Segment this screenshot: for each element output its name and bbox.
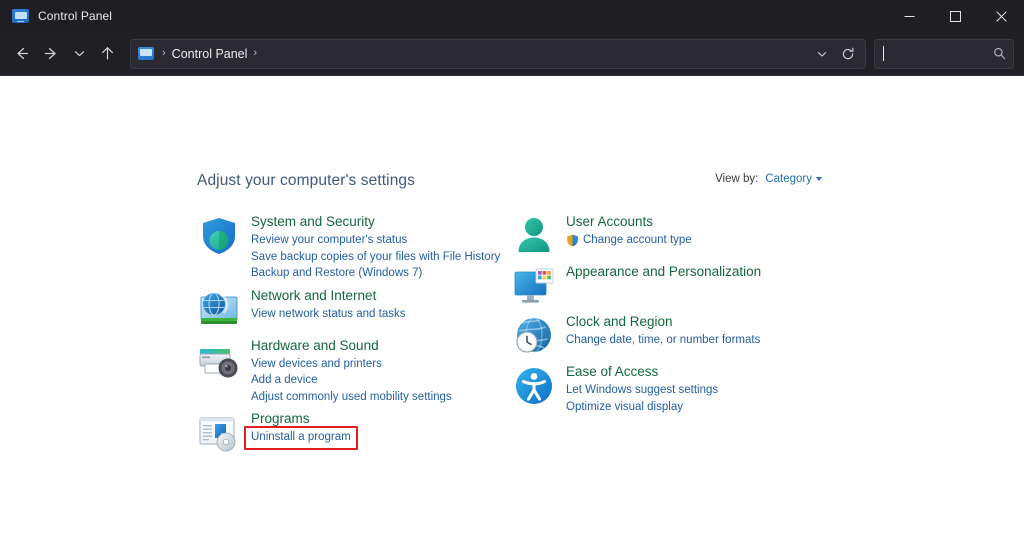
window-title: Control Panel [38,9,113,23]
category-title-link[interactable]: Programs [251,409,310,428]
category-body: Network and Internet View network status … [251,286,512,323]
view-by-label: View by: [715,173,759,185]
category-link[interactable]: Backup and Restore (Windows 7) [251,265,422,282]
page-title: Adjust your computer's settings [197,172,415,189]
address-path-field[interactable]: › Control Panel › [130,38,866,69]
breadcrumb-trailing-separator[interactable]: › [247,48,263,59]
close-button[interactable] [978,0,1024,32]
category-body: Ease of Access Let Windows suggest settin… [566,362,872,415]
breadcrumb-control-panel-icon [138,47,154,60]
category-link[interactable]: Change date, time, or number formats [566,332,760,349]
minimize-button[interactable] [886,0,932,32]
category-system-and-security: System and Security Review your computer'… [197,212,512,282]
category-body: System and Security Review your computer'… [251,212,512,282]
title-bar-left: Control Panel [0,9,112,23]
search-icon [993,47,1006,60]
category-link[interactable]: View network status and tasks [251,306,405,323]
maximize-button[interactable] [932,0,978,32]
content-area: Adjust your computer's settings View by:… [0,76,1024,539]
category-body: Appearance and Personalization [566,262,872,282]
user-person-icon[interactable] [512,214,556,258]
category-link-row: Change account type [566,232,692,249]
category-title-link[interactable]: User Accounts [566,212,653,231]
caption-buttons [886,0,1024,32]
accessibility-icon[interactable] [512,364,556,408]
view-by-dropdown[interactable]: Category [765,173,822,185]
category-link-highlighted[interactable]: Uninstall a program [251,429,351,446]
programs-disc-icon[interactable] [197,411,241,455]
left-column: System and Security Review your computer'… [197,212,512,459]
category-title-link[interactable]: Appearance and Personalization [566,262,761,281]
breadcrumb-item-control-panel[interactable]: Control Panel [172,47,248,61]
network-monitor-globe-icon[interactable] [197,288,241,332]
refresh-icon[interactable] [835,41,861,67]
category-link[interactable]: Save backup copies of your files with Fi… [251,249,500,266]
category-body: Programs Uninstall a program [251,409,512,446]
chevron-down-icon [816,177,822,181]
category-link[interactable]: Review your computer's status [251,232,407,249]
category-user-accounts: User Accounts Change account type [512,212,872,258]
category-ease-of-access: Ease of Access Let Windows suggest settin… [512,362,872,415]
forward-button[interactable] [36,39,66,69]
category-link[interactable]: Let Windows suggest settings [566,382,718,399]
view-by-value: Category [765,173,812,185]
control-panel-window: Control Panel › Control Panel › Adjust y… [0,0,1024,539]
category-title-link[interactable]: Hardware and Sound [251,336,379,355]
category-network-and-internet: Network and Internet View network status … [197,286,512,332]
category-body: Clock and Region Change date, time, or nu… [566,312,872,349]
category-programs: Programs Uninstall a program [197,409,512,455]
category-columns: System and Security Review your computer'… [197,212,987,459]
category-link[interactable]: Adjust commonly used mobility settings [251,389,452,406]
view-by-control: View by: Category [715,173,822,185]
globe-clock-icon[interactable] [512,314,556,358]
category-hardware-and-sound: Hardware and Sound View devices and print… [197,336,512,406]
title-bar: Control Panel [0,0,1024,32]
category-title-link[interactable]: Clock and Region [566,312,673,331]
category-title-link[interactable]: System and Security [251,212,375,231]
printer-speaker-icon[interactable] [197,338,241,382]
category-link[interactable]: Optimize visual display [566,399,683,416]
breadcrumb-separator: › [162,47,166,59]
category-body: Hardware and Sound View devices and print… [251,336,512,406]
back-button[interactable] [6,39,36,69]
search-input[interactable] [883,46,993,62]
category-clock-and-region: Clock and Region Change date, time, or nu… [512,312,872,358]
category-appearance-and-personalization: Appearance and Personalization [512,262,872,308]
category-link[interactable]: View devices and printers [251,356,382,373]
recent-locations-button[interactable] [66,39,92,69]
category-link[interactable]: Add a device [251,372,318,389]
chevron-down-icon[interactable] [809,41,835,67]
category-title-link[interactable]: Network and Internet [251,286,376,305]
monitor-palette-icon[interactable] [512,264,556,308]
shield-icon[interactable] [197,214,241,258]
search-box[interactable] [874,38,1014,69]
category-title-link[interactable]: Ease of Access [566,362,658,381]
up-button[interactable] [92,39,122,69]
address-bar: › Control Panel › [0,32,1024,76]
uac-shield-icon [566,234,579,247]
right-column: User Accounts Change account type Appearan… [512,212,872,459]
control-panel-icon [12,9,29,23]
category-body: User Accounts Change account type [566,212,872,249]
category-link[interactable]: Change account type [583,232,692,249]
